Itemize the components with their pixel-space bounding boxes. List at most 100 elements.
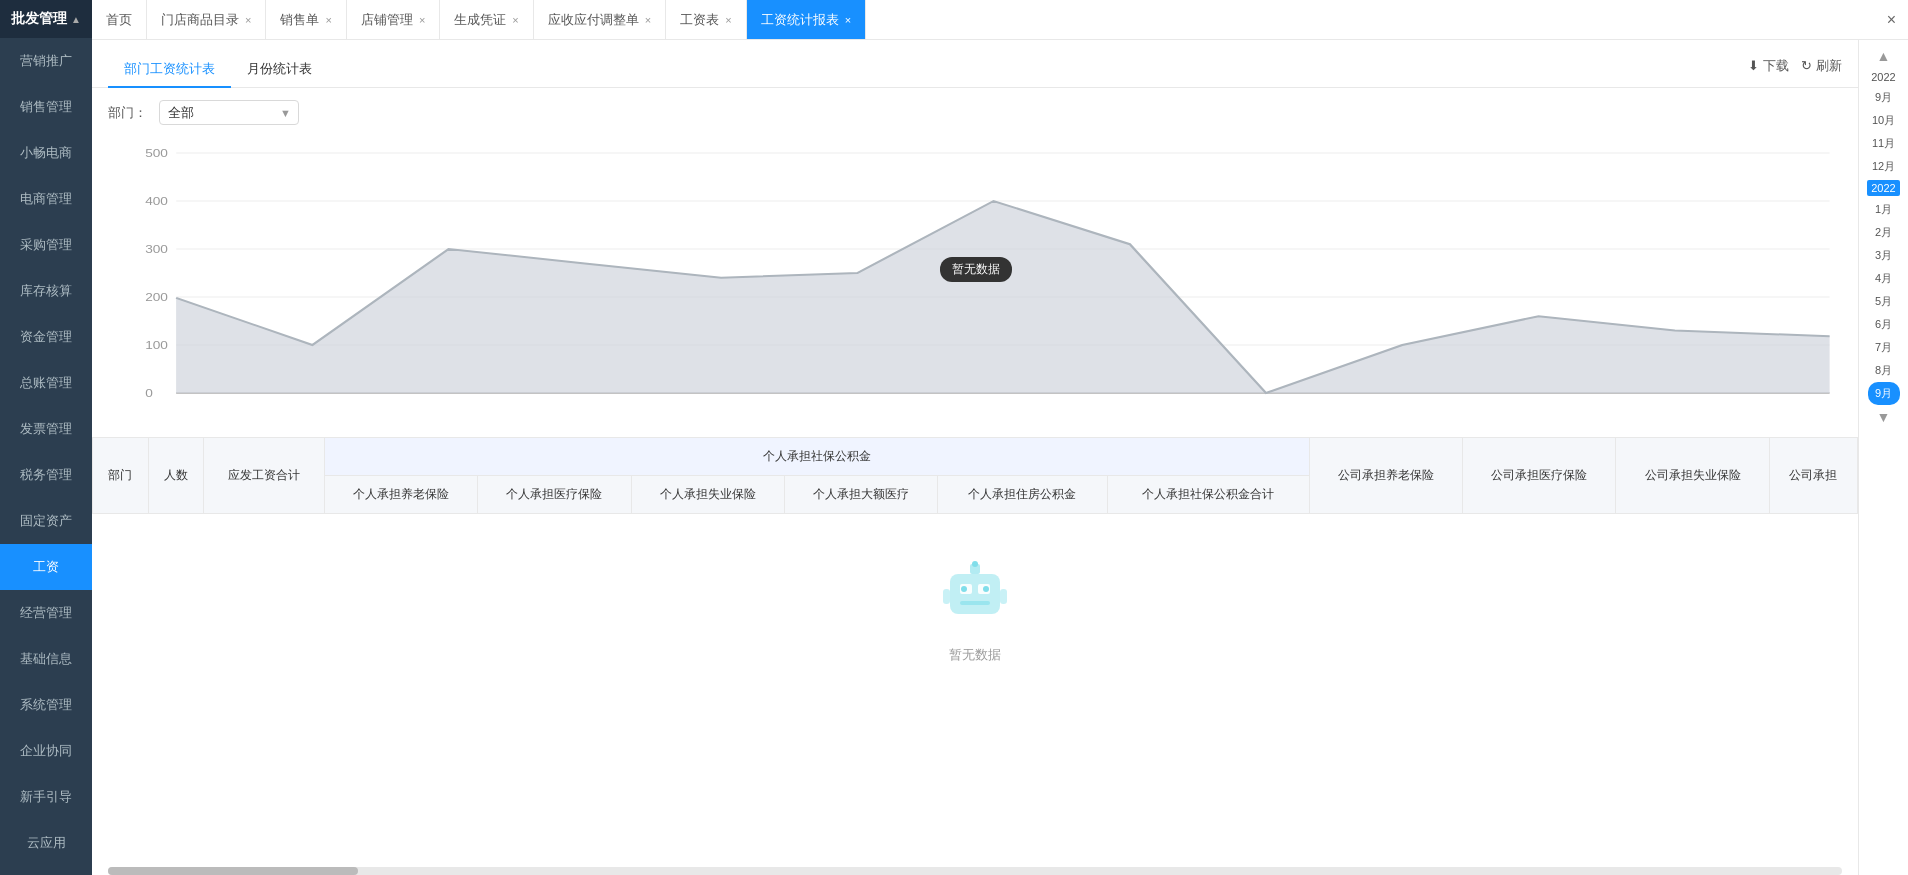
timeline-month-oct-2022[interactable]: 10月	[1872, 109, 1895, 132]
tab-payroll-sheet[interactable]: 工资表 ×	[666, 0, 746, 39]
timeline-month-jan[interactable]: 1月	[1875, 198, 1892, 221]
download-icon: ⬇	[1748, 58, 1759, 73]
sidebar-item-ecommerce[interactable]: 电商管理	[0, 176, 92, 222]
tab-close-voucher[interactable]: ×	[512, 14, 518, 26]
timeline-month-jul[interactable]: 7月	[1875, 336, 1892, 359]
svg-rect-20	[943, 589, 950, 604]
tab-close-store-catalog[interactable]: ×	[245, 14, 251, 26]
timeline-down-arrow[interactable]: ▼	[1873, 405, 1895, 429]
table-scrollbar-thumb[interactable]	[108, 867, 358, 875]
th-personal-pension: 个人承担养老保险	[324, 476, 477, 514]
sidebar-arrow-icon: ▲	[71, 14, 81, 25]
th-personal-total: 个人承担社保公积金合计	[1107, 476, 1309, 514]
department-filter-select[interactable]: 全部	[159, 100, 299, 125]
timeline-month-sep-2022[interactable]: 9月	[1875, 86, 1892, 109]
th-personal-medical: 个人承担医疗保险	[478, 476, 631, 514]
svg-text:200: 200	[145, 291, 168, 303]
tab-close-store-mgmt[interactable]: ×	[419, 14, 425, 26]
timeline-month-mar[interactable]: 3月	[1875, 244, 1892, 267]
data-table: 个人承担养老保险 部门 人数 应发工资合计 个人承担社保公积金 公司承担养老保险…	[92, 437, 1858, 704]
tab-close-payroll-sheet[interactable]: ×	[725, 14, 731, 26]
sidebar-item-system[interactable]: 系统管理	[0, 682, 92, 728]
timeline-month-feb[interactable]: 2月	[1875, 221, 1892, 244]
th-company-unemployment: 公司承担失业保险	[1616, 438, 1769, 514]
table-container[interactable]: 个人承担养老保险 部门 人数 应发工资合计 个人承担社保公积金 公司承担养老保险…	[92, 437, 1858, 867]
tab-close-all-button[interactable]: ×	[1875, 11, 1908, 29]
timeline-month-may[interactable]: 5月	[1875, 290, 1892, 313]
timeline-month-dec-2022[interactable]: 12月	[1872, 155, 1895, 178]
th-dept: 部门	[93, 438, 149, 514]
th-company-medical: 公司承担医疗保险	[1463, 438, 1616, 514]
table-empty-row: 暂无数据	[93, 514, 1858, 705]
sidebar-item-guide[interactable]: 新手引导	[0, 774, 92, 820]
sub-tab-department[interactable]: 部门工资统计表	[108, 52, 231, 88]
timeline-panel: ▲ 2022 9月 10月 11月 12月 2022 1月 2月 3月 4月 5…	[1858, 40, 1908, 875]
th-personal-unemployment: 个人承担失业保险	[631, 476, 784, 514]
sidebar-item-sales[interactable]: 销售管理	[0, 84, 92, 130]
timeline-month-apr[interactable]: 4月	[1875, 267, 1892, 290]
tab-close-payroll-report[interactable]: ×	[845, 14, 851, 26]
sidebar-item-tax[interactable]: 税务管理	[0, 452, 92, 498]
tab-ar-ap[interactable]: 应收应付调整单 ×	[534, 0, 666, 39]
sidebar-item-ecommerce-small[interactable]: 小畅电商	[0, 130, 92, 176]
sidebar-item-cooperation[interactable]: 企业协同	[0, 728, 92, 774]
sidebar-header[interactable]: 批发管理 ▲	[0, 0, 92, 38]
sidebar-item-invoice[interactable]: 发票管理	[0, 406, 92, 452]
sidebar-item-inventory[interactable]: 库存核算	[0, 268, 92, 314]
svg-text:0: 0	[145, 387, 153, 399]
sidebar-item-basic-info[interactable]: 基础信息	[0, 636, 92, 682]
svg-text:500: 500	[145, 147, 168, 159]
th-company-more: 公司承担	[1769, 438, 1857, 514]
svg-rect-21	[1000, 589, 1007, 604]
timeline-up-arrow[interactable]: ▲	[1873, 44, 1895, 68]
sidebar-item-operations[interactable]: 经营管理	[0, 590, 92, 636]
th-company-pension: 公司承担养老保险	[1309, 438, 1462, 514]
tab-close-ar-ap[interactable]: ×	[645, 14, 651, 26]
empty-icon	[935, 554, 1015, 634]
sub-tab-monthly[interactable]: 月份统计表	[231, 52, 328, 88]
sidebar-item-ledger[interactable]: 总账管理	[0, 360, 92, 406]
tab-sales[interactable]: 销售单 ×	[266, 0, 346, 39]
th-personal-housing: 个人承担住房公积金	[938, 476, 1108, 514]
tab-bar: 首页 门店商品目录 × 销售单 × 店铺管理 × 生成凭证 × 应收应付调整单 …	[92, 0, 1908, 40]
sidebar-item-finance[interactable]: 资金管理	[0, 314, 92, 360]
tab-store-catalog[interactable]: 门店商品目录 ×	[147, 0, 266, 39]
th-personal-insurance: 个人承担社保公积金	[324, 438, 1309, 476]
svg-text:400: 400	[145, 195, 168, 207]
filter-bar: 部门： 全部 ▼	[92, 88, 1858, 137]
sub-tab-bar: 部门工资统计表 月份统计表 ⬇ 下载 ↻ 刷新	[92, 40, 1858, 88]
svg-rect-17	[960, 601, 990, 605]
svg-point-15	[961, 586, 967, 592]
empty-state: 暂无数据	[93, 514, 1858, 704]
chart-area: 500 400 300 200 100 0	[92, 137, 1858, 437]
refresh-button[interactable]: ↻ 刷新	[1801, 57, 1842, 75]
sidebar-item-assets[interactable]: 固定资产	[0, 498, 92, 544]
tab-store-mgmt[interactable]: 店铺管理 ×	[347, 0, 440, 39]
svg-text:300: 300	[145, 243, 168, 255]
timeline-month-aug[interactable]: 8月	[1875, 359, 1892, 382]
timeline-current-year[interactable]: 2022	[1867, 180, 1899, 196]
th-count: 人数	[148, 438, 204, 514]
tab-payroll-report[interactable]: 工资统计报表 ×	[747, 0, 866, 39]
svg-rect-12	[950, 574, 1000, 614]
sidebar-item-marketing[interactable]: 营销推广	[0, 38, 92, 84]
sidebar-item-purchase[interactable]: 采购管理	[0, 222, 92, 268]
svg-point-16	[983, 586, 989, 592]
timeline-month-sep-active[interactable]: 9月	[1868, 382, 1900, 405]
tab-home[interactable]: 首页	[92, 0, 147, 39]
sidebar-settings-button[interactable]: ⚙	[0, 866, 92, 875]
sidebar: 批发管理 ▲ 营销推广 销售管理 小畅电商 电商管理 采购管理 库存核算 资金管…	[0, 0, 92, 875]
tab-voucher[interactable]: 生成凭证 ×	[440, 0, 533, 39]
department-filter-wrapper: 全部 ▼	[159, 100, 299, 125]
svg-point-19	[972, 561, 978, 567]
sidebar-item-payroll[interactable]: 工资	[0, 544, 92, 590]
sidebar-item-cloud[interactable]: 云应用	[0, 820, 92, 866]
empty-text: 暂无数据	[949, 646, 1001, 664]
tab-close-sales[interactable]: ×	[325, 14, 331, 26]
table-scrollbar[interactable]	[108, 867, 1842, 875]
timeline-month-nov-2022[interactable]: 11月	[1872, 132, 1895, 155]
timeline-month-jun[interactable]: 6月	[1875, 313, 1892, 336]
content-area: 部门工资统计表 月份统计表 ⬇ 下载 ↻ 刷新	[92, 40, 1908, 875]
download-button[interactable]: ⬇ 下载	[1748, 57, 1789, 75]
th-total-wage: 应发工资合计	[204, 438, 325, 514]
